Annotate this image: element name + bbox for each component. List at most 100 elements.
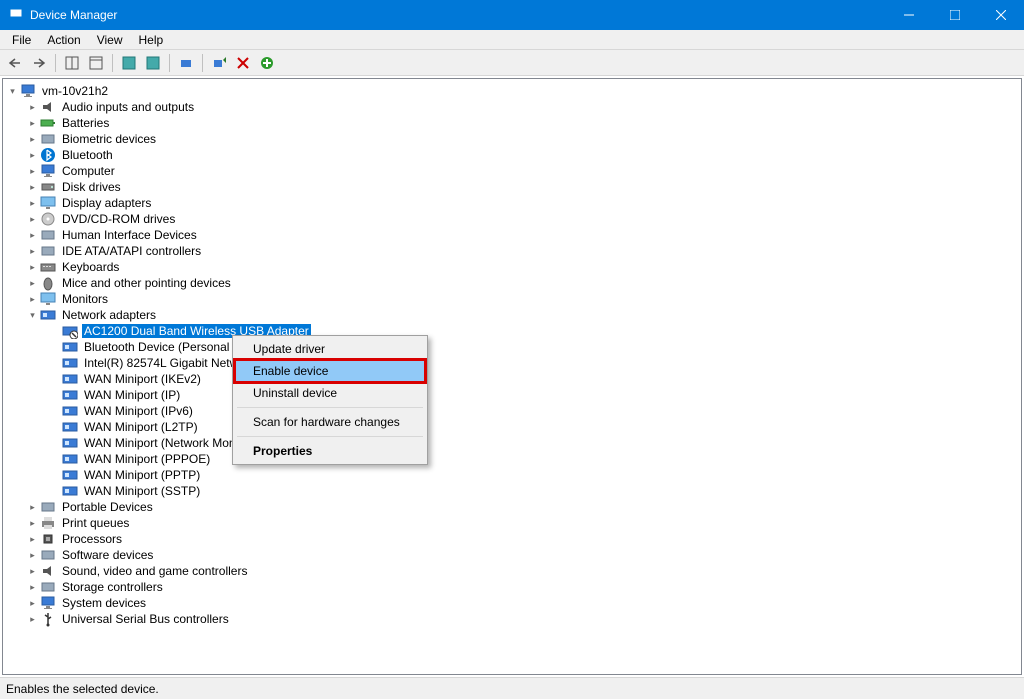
tree-item-label: System devices — [60, 596, 148, 610]
net-disabled-icon — [62, 323, 78, 339]
expand-toggle[interactable]: ▸ — [27, 518, 38, 529]
close-button[interactable] — [978, 0, 1024, 30]
tree-item[interactable]: ▸Print queues — [5, 515, 1019, 531]
maximize-button[interactable] — [932, 0, 978, 30]
tree-item[interactable]: Intel(R) 82574L Gigabit Network — [5, 355, 1019, 371]
context-properties[interactable]: Properties — [235, 440, 425, 462]
expand-toggle[interactable]: ▸ — [27, 294, 38, 305]
device-tree-panel[interactable]: ▾vm-10v21h2▸Audio inputs and outputs▸Bat… — [2, 78, 1022, 675]
tree-item[interactable]: WAN Miniport (Network Monit — [5, 435, 1019, 451]
expand-toggle[interactable]: ▸ — [27, 566, 38, 577]
tree-item[interactable]: WAN Miniport (IP) — [5, 387, 1019, 403]
separator — [112, 54, 113, 72]
expand-toggle[interactable]: ▸ — [27, 166, 38, 177]
tree-item[interactable]: ▸Processors — [5, 531, 1019, 547]
tree-item-label: WAN Miniport (Network Monit — [82, 436, 244, 450]
forward-button[interactable] — [28, 52, 50, 74]
tree-item[interactable]: ▸Monitors — [5, 291, 1019, 307]
display-icon — [40, 195, 56, 211]
tree-item[interactable]: ▸ Bluetooth — [5, 147, 1019, 163]
ide-icon — [40, 243, 56, 259]
expand-toggle[interactable]: ▸ — [27, 614, 38, 625]
menu-file[interactable]: File — [4, 31, 39, 49]
tree-item[interactable]: WAN Miniport (L2TP) — [5, 419, 1019, 435]
tree-item[interactable]: ▸ Portable Devices — [5, 499, 1019, 515]
expand-toggle[interactable]: ▸ — [27, 278, 38, 289]
expand-toggle[interactable]: ▸ — [27, 582, 38, 593]
expand-toggle[interactable]: ▸ — [27, 182, 38, 193]
tree-item[interactable]: WAN Miniport (SSTP) — [5, 483, 1019, 499]
tree-item[interactable]: ▸ Universal Serial Bus controllers — [5, 611, 1019, 627]
expand-toggle[interactable]: ▾ — [7, 86, 18, 97]
show-hide-console-button[interactable] — [61, 52, 83, 74]
enable-button[interactable] — [256, 52, 278, 74]
minimize-button[interactable] — [886, 0, 932, 30]
tree-item[interactable]: ▸Keyboards — [5, 259, 1019, 275]
context-scan-hardware[interactable]: Scan for hardware changes — [235, 411, 425, 433]
tree-item[interactable]: ▸DVD/CD-ROM drives — [5, 211, 1019, 227]
expand-toggle[interactable]: ▸ — [27, 198, 38, 209]
tree-item[interactable]: AC1200 Dual Band Wireless USB Adapter — [5, 323, 1019, 339]
expand-toggle[interactable]: ▸ — [27, 262, 38, 273]
tree-item-label: vm-10v21h2 — [40, 84, 110, 98]
bluetooth-icon — [40, 147, 56, 163]
expand-toggle[interactable]: ▸ — [27, 134, 38, 145]
tree-item[interactable]: ▸IDE ATA/ATAPI controllers — [5, 243, 1019, 259]
menu-action[interactable]: Action — [39, 31, 88, 49]
tree-item[interactable]: ▸Disk drives — [5, 179, 1019, 195]
scan-hardware-button[interactable] — [208, 52, 230, 74]
expand-toggle[interactable]: ▸ — [27, 230, 38, 241]
tree-item[interactable]: ▸Audio inputs and outputs — [5, 99, 1019, 115]
expand-toggle[interactable]: ▸ — [27, 150, 38, 161]
action-button[interactable] — [142, 52, 164, 74]
uninstall-button[interactable] — [232, 52, 254, 74]
tree-item[interactable]: ▸Biometric devices — [5, 131, 1019, 147]
properties-button[interactable] — [85, 52, 107, 74]
tree-item[interactable]: WAN Miniport (IPv6) — [5, 403, 1019, 419]
expand-toggle[interactable]: ▸ — [27, 246, 38, 257]
tree-item[interactable]: ▸Storage controllers — [5, 579, 1019, 595]
expand-toggle[interactable]: ▸ — [27, 102, 38, 113]
net-icon — [62, 435, 78, 451]
update-driver-button[interactable] — [175, 52, 197, 74]
tree-item[interactable]: ▸Display adapters — [5, 195, 1019, 211]
tree-item[interactable]: ▾ vm-10v21h2 — [5, 83, 1019, 99]
expand-toggle[interactable]: ▸ — [27, 550, 38, 561]
tree-item[interactable]: WAN Miniport (PPPOE) — [5, 451, 1019, 467]
tree-item[interactable]: WAN Miniport (IKEv2) — [5, 371, 1019, 387]
context-uninstall-device[interactable]: Uninstall device — [235, 382, 425, 404]
tree-item-label: Sound, video and game controllers — [60, 564, 249, 578]
menu-view[interactable]: View — [89, 31, 131, 49]
expand-toggle[interactable]: ▸ — [27, 598, 38, 609]
back-button[interactable] — [4, 52, 26, 74]
tree-item[interactable]: ▸ Batteries — [5, 115, 1019, 131]
tree-item[interactable]: WAN Miniport (PPTP) — [5, 467, 1019, 483]
tree-item[interactable]: Bluetooth Device (Personal Are — [5, 339, 1019, 355]
tree-item[interactable]: ▸ Sound, video and game controllers — [5, 563, 1019, 579]
tree-item[interactable]: ▾Network adapters — [5, 307, 1019, 323]
tree-item-label: Bluetooth — [60, 148, 115, 162]
cpu-icon — [40, 531, 56, 547]
context-update-driver[interactable]: Update driver — [235, 338, 425, 360]
tree-item[interactable]: ▸Mice and other pointing devices — [5, 275, 1019, 291]
tree-item[interactable]: ▸Computer — [5, 163, 1019, 179]
printer-icon — [40, 515, 56, 531]
tree-item-label: Batteries — [60, 116, 111, 130]
tree-item-label: Portable Devices — [60, 500, 155, 514]
expand-toggle[interactable]: ▾ — [27, 310, 38, 321]
context-enable-device[interactable]: Enable device — [235, 360, 425, 382]
expand-toggle[interactable]: ▸ — [27, 534, 38, 545]
expand-toggle[interactable]: ▸ — [27, 502, 38, 513]
expand-toggle[interactable]: ▸ — [27, 118, 38, 129]
tree-item[interactable]: ▸Human Interface Devices — [5, 227, 1019, 243]
expand-toggle[interactable]: ▸ — [27, 214, 38, 225]
tree-item[interactable]: ▸ System devices — [5, 595, 1019, 611]
net-icon — [62, 483, 78, 499]
tree-item-label: Universal Serial Bus controllers — [60, 612, 231, 626]
tree-item-label: Software devices — [60, 548, 155, 562]
menu-help[interactable]: Help — [131, 31, 172, 49]
help-button[interactable] — [118, 52, 140, 74]
usb-icon — [40, 611, 56, 627]
tree-item[interactable]: ▸ Software devices — [5, 547, 1019, 563]
net-icon — [62, 371, 78, 387]
